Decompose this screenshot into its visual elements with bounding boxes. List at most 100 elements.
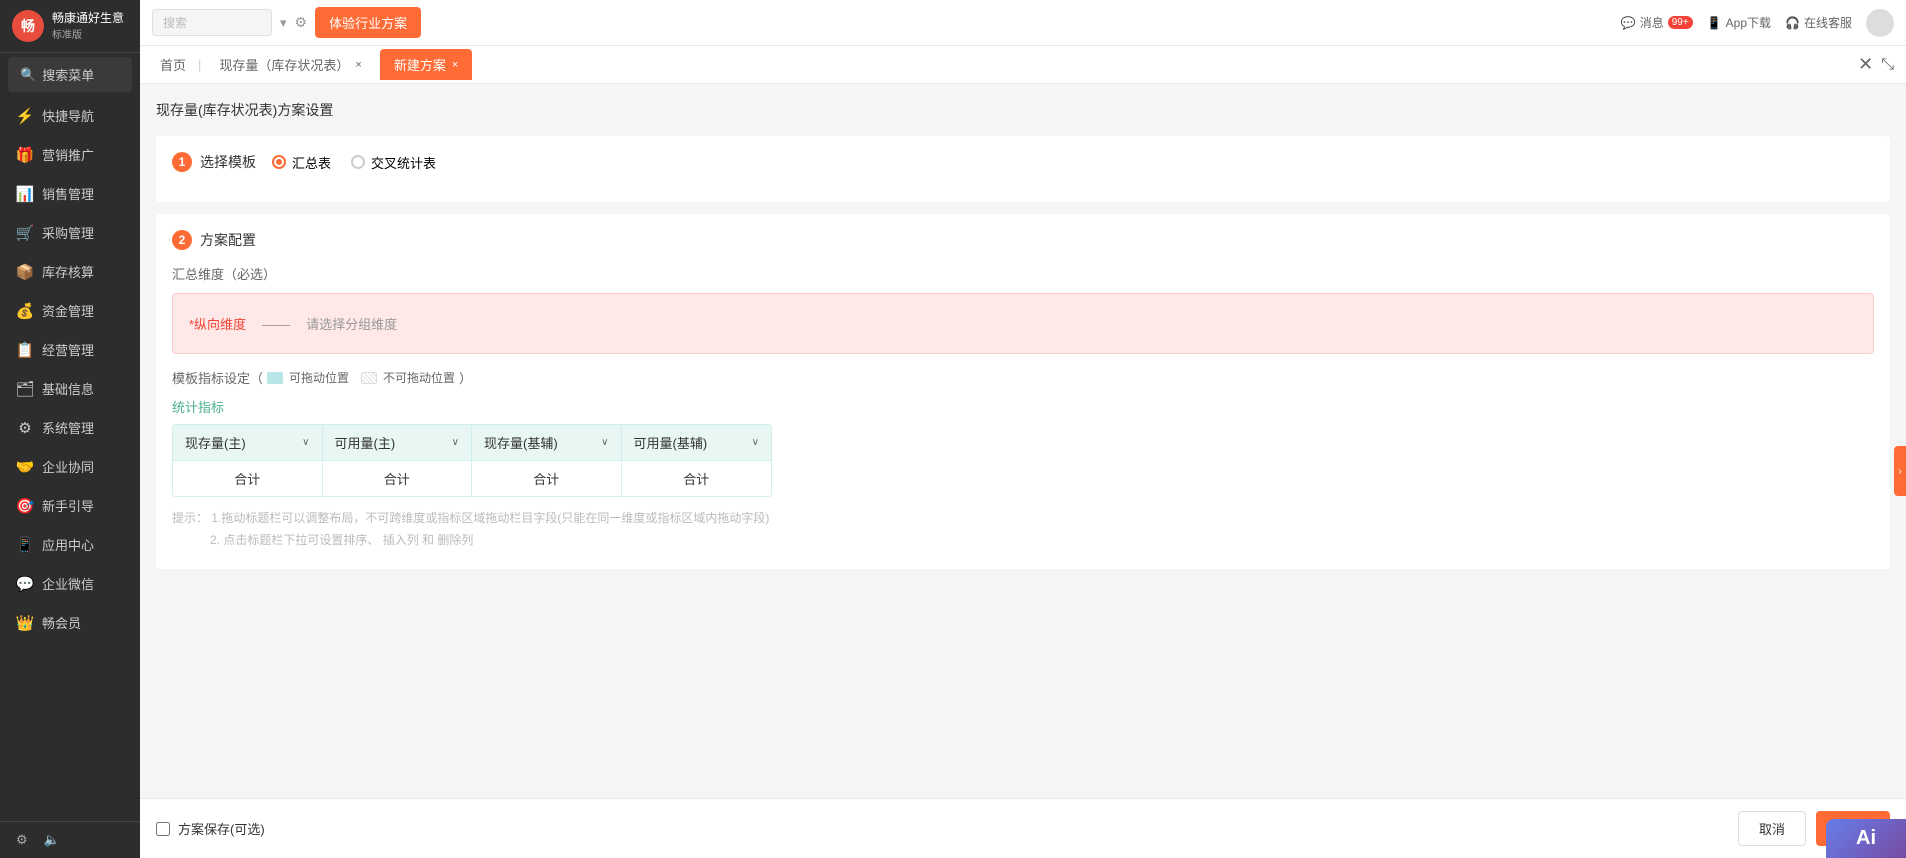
ai-badge-text: Ai [1856,827,1876,849]
legend-draggable-box [267,372,283,384]
sidebar-item-marketing[interactable]: 🎁 营销推广 [0,135,140,174]
message-icon: 💬 [1621,16,1636,30]
step2-num: 2 [172,230,192,250]
save-plan-label[interactable]: 方案保存(可选) [178,819,265,838]
radio-summary-label: 汇总表 [292,153,331,172]
col2-label: 现存量(基辅) [484,433,558,452]
message-btn[interactable]: 💬 消息 99+ [1621,14,1693,31]
tab-new-plan-label: 新建方案 [394,55,446,74]
enterprise-label: 企业协同 [42,457,94,476]
col0-label: 现存量(主) [185,433,246,452]
sidebar-scroll: 🔍 搜索菜单 ⚡ 快捷导航 🎁 营销推广 📊 销售管理 🛒 采购管理 📦 库存核… [0,53,140,821]
legend-draggable-label: 可拖动位置 [289,369,349,386]
message-badge: 99+ [1668,16,1693,29]
sidebar-item-inventory[interactable]: 📦 库存核算 [0,252,140,291]
topbar-dropdown-icon[interactable]: ▾ [280,15,287,31]
tab-bar: 首页 | 现存量（库存状况表） × 新建方案 × ✕ ⤡ [140,46,1906,84]
col3-label: 可用量(基辅) [634,433,708,452]
stats-col-3[interactable]: 可用量(基辅) ∨ [622,425,772,460]
sidebar: 畅 畅康通好生意 标准版 🔍 搜索菜单 ⚡ 快捷导航 🎁 营销推广 📊 销售管理… [0,0,140,858]
sidebar-logo: 畅 畅康通好生意 标准版 [0,0,140,53]
tab-home[interactable]: 首页 [152,55,194,74]
tab-inventory-status[interactable]: 现存量（库存状况表） × [205,49,375,80]
stats-col-1[interactable]: 可用量(主) ∨ [323,425,473,460]
hint-link-insert: 插入列 [383,533,419,547]
sidebar-item-basic-info[interactable]: 🗂 基础信息 [0,369,140,408]
template-radio-group: 汇总表 交叉统计表 [272,153,436,172]
topbar-search-box: 搜索 [152,9,272,36]
col1-chevron[interactable]: ∨ [452,437,459,448]
save-plan-checkbox[interactable] [156,822,170,836]
user-avatar[interactable] [1866,9,1894,37]
tab-inventory-close[interactable]: × [355,59,361,71]
inventory-label: 库存核算 [42,262,94,281]
hints-section: 提示： 1.拖动标题栏可以调整布局，不可跨维度或指标区域拖动栏目字段(只能在同一… [172,509,1874,549]
search-icon: 🔍 [20,67,36,83]
sidebar-search-menu[interactable]: 🔍 搜索菜单 [8,57,132,92]
stats-col-0[interactable]: 现存量(主) ∨ [173,425,323,460]
dimension-area[interactable]: *纵向维度 —— 请选择分组维度 [172,293,1874,354]
dimension-label: 汇总维度（必选） [172,264,1874,283]
modal-expand-btn[interactable]: ⤡ [1881,56,1894,74]
tab-inventory-label: 现存量（库存状况表） [219,55,349,74]
settings-icon[interactable]: ⚙ [16,832,28,848]
sidebar-item-purchase[interactable]: 🛒 采购管理 [0,213,140,252]
step1-title: 选择模板 [200,152,256,172]
tab-new-plan[interactable]: 新建方案 × [380,49,472,80]
sidebar-item-system[interactable]: ⚙ 系统管理 [0,408,140,447]
member-label: 畅会员 [42,613,81,632]
dimension-required-text: *纵向维度 [189,314,246,333]
step1-card: 1 选择模板 汇总表 交叉统计表 [156,136,1890,202]
tab-new-plan-close[interactable]: × [452,59,458,71]
stats-table: 现存量(主) ∨ 可用量(主) ∨ 现存量(基辅) ∨ [172,424,772,497]
trial-btn[interactable]: 体验行业方案 [315,7,421,38]
page-title: 现存量(库存状况表)方案设置 [156,100,1890,120]
stats-data-row: 合计 合计 合计 合计 [173,460,771,496]
col0-chevron[interactable]: ∨ [302,437,309,448]
volume-icon[interactable]: 🔈 [44,832,60,848]
hint-num: 2. 点击标题栏下拉可设置排序、 [210,533,379,547]
sidebar-bottom: ⚙ 🔈 [0,821,140,858]
newcomer-label: 新手引导 [42,496,94,515]
sidebar-item-operations[interactable]: 📋 经营管理 [0,330,140,369]
app-download-label: App下载 [1726,14,1771,31]
cancel-button[interactable]: 取消 [1738,811,1806,846]
sidebar-item-member[interactable]: 👑 畅会员 [0,603,140,642]
radio-cross[interactable]: 交叉统计表 [351,153,436,172]
step2-title: 方案配置 [200,230,256,250]
step2-card: 2 方案配置 汇总维度（必选） *纵向维度 —— 请选择分组维度 模板指标设定（ [156,214,1890,569]
marketing-label: 营销推广 [42,145,94,164]
customer-service-btn[interactable]: 🎧 在线客服 [1785,14,1852,31]
col3-chevron[interactable]: ∨ [752,437,759,448]
sidebar-item-wechat[interactable]: 💬 企业微信 [0,564,140,603]
radio-summary-dot [272,155,286,169]
topbar-settings-icon[interactable]: ⚙ [295,14,308,31]
app-download-btn[interactable]: 📱 App下载 [1707,14,1771,31]
sidebar-item-app-center[interactable]: 📱 应用中心 [0,525,140,564]
sidebar-item-enterprise[interactable]: 🤝 企业协同 [0,447,140,486]
operations-label: 经营管理 [42,340,94,359]
stats-col-2[interactable]: 现存量(基辅) ∨ [472,425,622,460]
modal-close-btn[interactable]: ✕ [1858,54,1873,75]
stats-cell-0: 合计 [173,461,323,496]
dimension-arrow: —— [262,316,290,332]
finance-label: 资金管理 [42,301,94,320]
system-label: 系统管理 [42,418,94,437]
sidebar-item-quick-nav[interactable]: ⚡ 快捷导航 [0,96,140,135]
basic-info-label: 基础信息 [42,379,94,398]
page-footer: 方案保存(可选) 取消 查询 [140,798,1906,858]
col2-chevron[interactable]: ∨ [601,437,608,448]
hint-prefix: 提示： 1.拖动标题栏可以调整布局，不可跨维度或指标区域拖动栏目字段(只能在同一… [172,511,769,525]
operations-icon: 📋 [16,341,34,359]
right-collapse-handle[interactable]: › [1894,446,1906,496]
step1-num: 1 [172,152,192,172]
topbar-right: 💬 消息 99+ 📱 App下载 🎧 在线客服 [1621,9,1894,37]
sidebar-item-newcomer[interactable]: 🎯 新手引导 [0,486,140,525]
ai-badge[interactable]: Ai [1826,819,1906,858]
hint-1: 提示： 1.拖动标题栏可以调整布局，不可跨维度或指标区域拖动栏目字段(只能在同一… [172,509,1874,527]
sidebar-item-finance[interactable]: 💰 资金管理 [0,291,140,330]
radio-summary[interactable]: 汇总表 [272,153,331,172]
app-download-icon: 📱 [1707,16,1722,30]
sidebar-item-sales[interactable]: 📊 销售管理 [0,174,140,213]
col1-label: 可用量(主) [335,433,396,452]
